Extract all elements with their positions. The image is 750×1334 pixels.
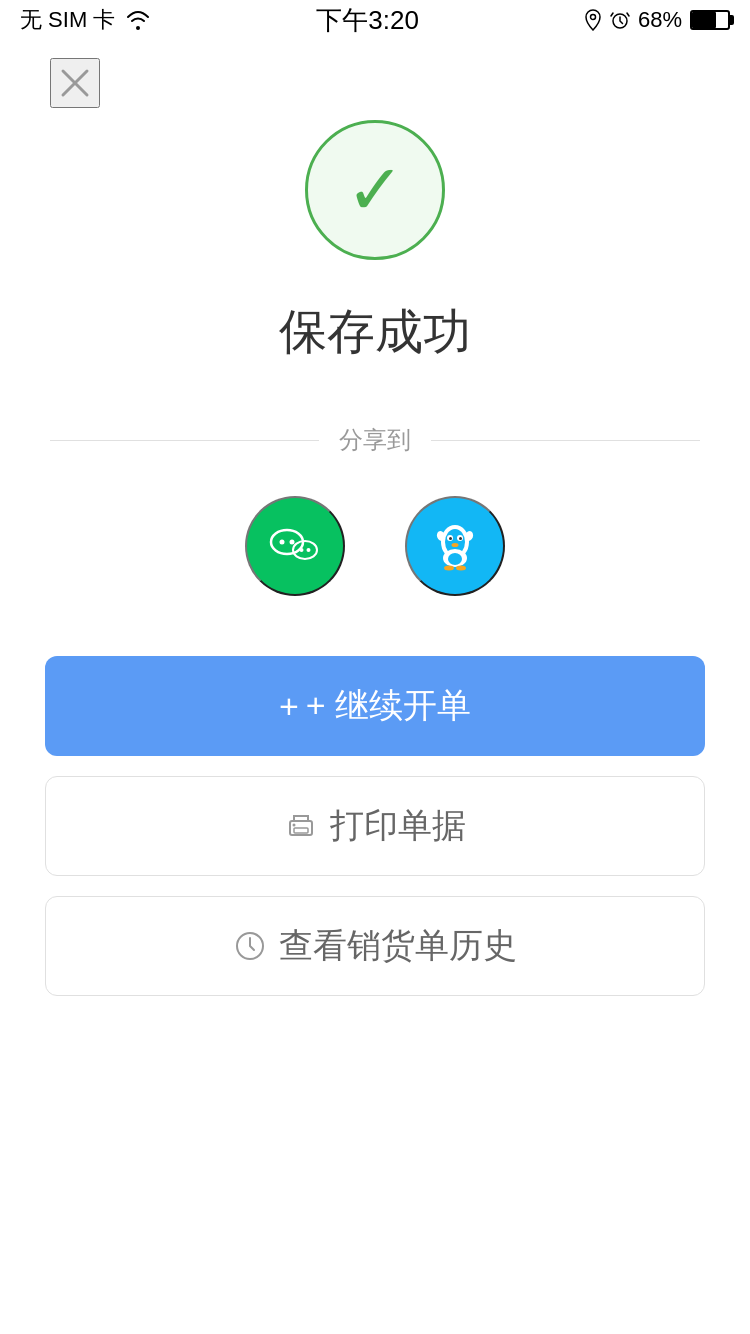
close-icon — [59, 67, 91, 99]
svg-point-18 — [448, 553, 462, 565]
print-button[interactable]: 打印单据 — [45, 776, 705, 876]
wechat-logo-icon — [265, 516, 325, 576]
wechat-share-button[interactable] — [245, 496, 345, 596]
svg-point-6 — [290, 540, 295, 545]
divider-line-right — [431, 440, 700, 441]
svg-point-8 — [300, 548, 304, 552]
location-icon — [584, 9, 602, 31]
print-label: 打印单据 — [330, 803, 466, 849]
history-label: 查看销货单历史 — [279, 923, 517, 969]
qq-logo-icon — [425, 516, 485, 576]
svg-point-16 — [452, 543, 459, 547]
share-divider: 分享到 — [0, 424, 750, 456]
share-label: 分享到 — [319, 424, 431, 456]
continue-button[interactable]: + + 继续开单 — [45, 656, 705, 756]
history-icon — [233, 929, 267, 963]
battery-percent: 68% — [638, 7, 682, 33]
svg-point-7 — [293, 541, 317, 559]
svg-point-25 — [293, 824, 296, 827]
close-button[interactable] — [50, 58, 100, 108]
status-time: 下午3:20 — [316, 3, 419, 38]
divider-line-left — [50, 440, 319, 441]
continue-icon: + — [279, 687, 299, 726]
print-icon — [284, 809, 318, 843]
alarm-icon — [610, 9, 630, 31]
status-right: 68% — [584, 7, 730, 33]
checkmark-icon: ✓ — [346, 155, 405, 225]
svg-point-20 — [456, 566, 466, 571]
success-title: 保存成功 — [279, 300, 471, 364]
status-bar: 无 SIM 卡 下午3:20 68% — [0, 0, 750, 40]
svg-point-15 — [459, 537, 462, 540]
qq-share-button[interactable] — [405, 496, 505, 596]
svg-point-0 — [590, 15, 595, 20]
sim-status: 无 SIM 卡 — [20, 5, 115, 35]
svg-rect-24 — [294, 828, 308, 833]
svg-point-5 — [280, 540, 285, 545]
svg-point-14 — [449, 537, 452, 540]
success-circle: ✓ — [305, 120, 445, 260]
action-buttons: + + 继续开单 打印单据 查看销货单历史 — [45, 656, 705, 996]
continue-label: + 继续开单 — [306, 683, 471, 729]
battery-icon — [690, 10, 730, 30]
wifi-icon — [125, 10, 151, 30]
history-button[interactable]: 查看销货单历史 — [45, 896, 705, 996]
main-content: ✓ 保存成功 分享到 — [0, 40, 750, 996]
svg-point-9 — [307, 548, 311, 552]
svg-point-19 — [444, 566, 454, 571]
share-icons-container — [245, 496, 505, 596]
status-left: 无 SIM 卡 — [20, 5, 151, 35]
